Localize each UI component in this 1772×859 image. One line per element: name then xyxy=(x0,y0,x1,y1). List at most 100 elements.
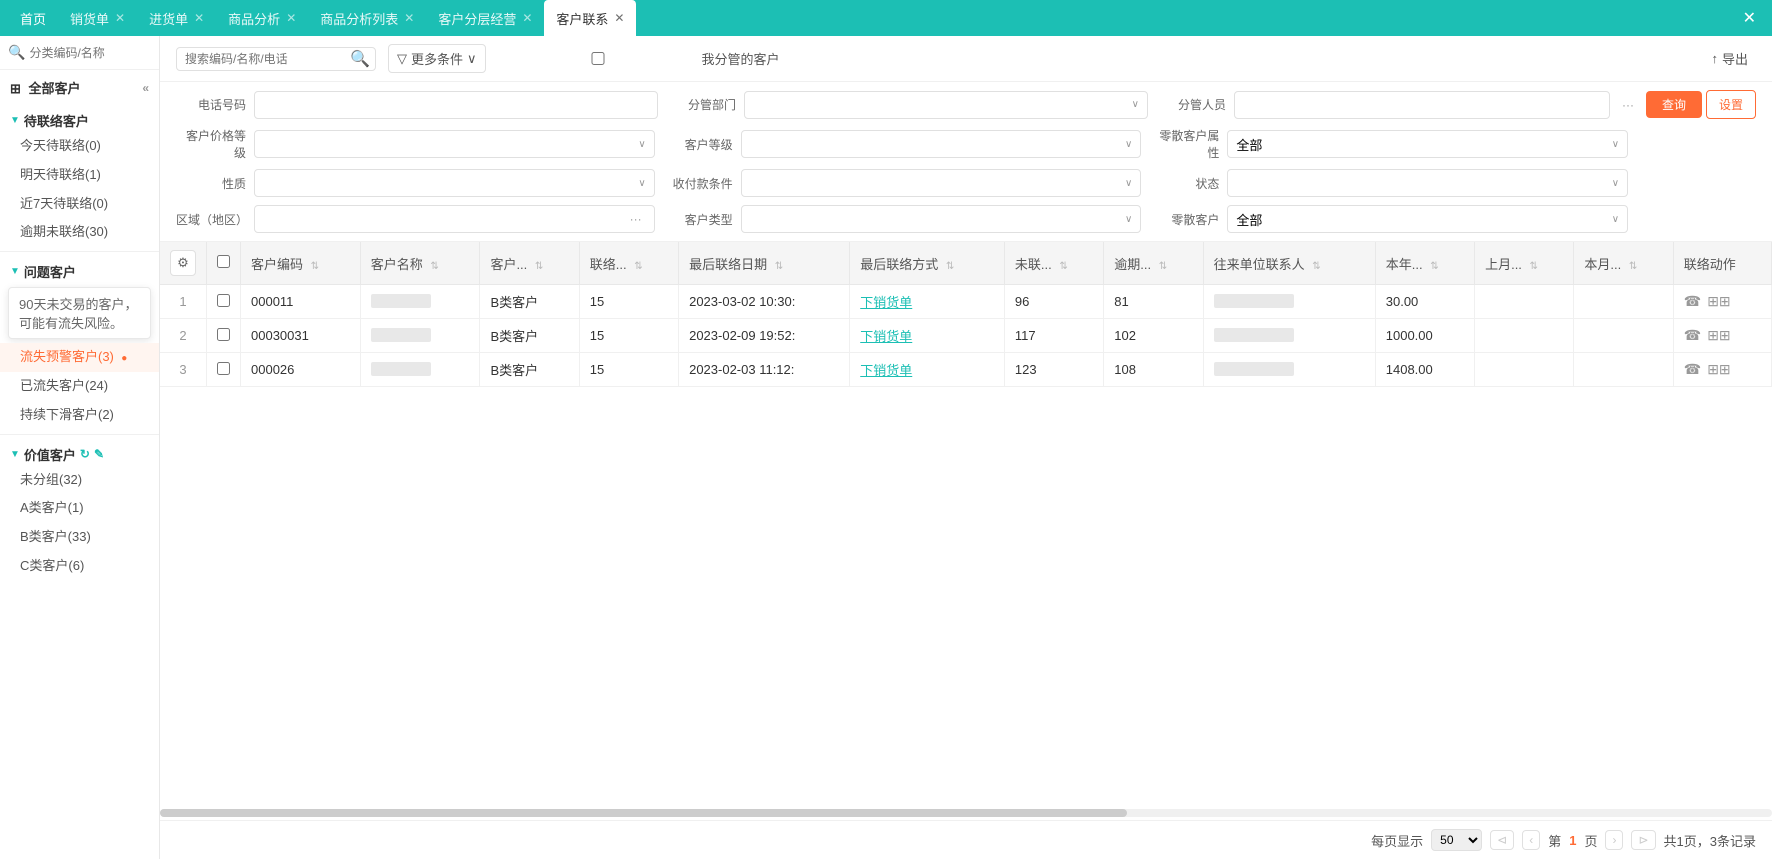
filter-zero-customer-select[interactable]: 全部 ∨ xyxy=(1227,205,1628,233)
tab-customer-contact[interactable]: 客户联系 ✕ xyxy=(544,0,636,36)
sidebar-item-7days[interactable]: 近7天待联络(0) xyxy=(0,190,159,219)
customer-type-arrow: ∨ xyxy=(1125,214,1132,225)
cell-last-date-0: 2023-03-02 10:30: xyxy=(679,285,850,319)
sidebar-item-churn-warning[interactable]: 流失预警客户(3) ● xyxy=(0,343,159,372)
sidebar-item-class-a[interactable]: A类客户(1) xyxy=(0,494,159,523)
section-problem-customer[interactable]: ▼ 问题客户 xyxy=(0,256,159,283)
prev-page-button[interactable]: ‹ xyxy=(1522,830,1540,850)
sort-uncontacted-icon[interactable]: ⇅ xyxy=(1059,261,1067,272)
sidebar-search-area: 🔍 xyxy=(0,36,159,70)
my-customers-checkbox[interactable]: 我分管的客户 xyxy=(498,49,780,68)
last-method-link-1[interactable]: 下销货单 xyxy=(860,329,912,344)
action-more-icon-1[interactable]: ⊞⊞ xyxy=(1707,327,1730,344)
section-pending-contact[interactable]: ▼ 待联络客户 xyxy=(0,105,159,132)
per-page-label: 每页显示 xyxy=(1371,831,1423,850)
sort-this-year-icon[interactable]: ⇅ xyxy=(1430,261,1438,272)
search-input[interactable] xyxy=(176,47,376,71)
filter-customer-level-select[interactable]: ∨ xyxy=(741,130,1142,158)
sidebar-item-churned[interactable]: 已流失客户(24) xyxy=(0,372,159,401)
sort-contact-icon[interactable]: ⇅ xyxy=(634,261,642,272)
cell-this-year-2: 1408.00 xyxy=(1375,353,1474,387)
action-more-icon-0[interactable]: ⊞⊞ xyxy=(1707,293,1730,310)
my-customers-check[interactable] xyxy=(498,52,698,65)
close-tab-customer-contact[interactable]: ✕ xyxy=(614,11,624,25)
last-method-link-0[interactable]: 下销货单 xyxy=(860,295,912,310)
sort-type-icon[interactable]: ⇅ xyxy=(535,261,543,272)
sidebar-item-overdue[interactable]: 逾期未联络(30) xyxy=(0,218,159,247)
filter-phone-input[interactable] xyxy=(254,91,658,119)
col-name: 客户名称 ⇅ xyxy=(360,242,480,285)
sidebar-item-tomorrow[interactable]: 明天待联络(1) xyxy=(0,161,159,190)
table-settings-icon[interactable]: ⚙ xyxy=(170,250,196,276)
per-page-select[interactable]: 50 20 100 xyxy=(1431,829,1482,851)
sidebar-item-class-c[interactable]: C类客户(6) xyxy=(0,552,159,581)
row-checkbox-1[interactable] xyxy=(217,328,230,341)
row-checkbox-0[interactable] xyxy=(217,294,230,307)
sort-last-month-icon[interactable]: ⇅ xyxy=(1530,261,1538,272)
tab-home[interactable]: 首页 xyxy=(8,0,58,36)
first-page-button[interactable]: ⊲ xyxy=(1490,830,1514,850)
region-more-icon[interactable]: ··· xyxy=(626,212,646,226)
close-tab-customer-layering[interactable]: ✕ xyxy=(522,11,532,25)
sort-code-icon[interactable]: ⇅ xyxy=(311,261,319,272)
sort-overdue-icon[interactable]: ⇅ xyxy=(1159,261,1167,272)
scrollbar-thumb[interactable] xyxy=(160,809,1127,817)
filter-payment-select[interactable]: ∨ xyxy=(741,169,1142,197)
sort-last-method-icon[interactable]: ⇅ xyxy=(946,261,954,272)
sort-unit-contact-icon[interactable]: ⇅ xyxy=(1312,261,1320,272)
row-checkbox-2[interactable] xyxy=(217,362,230,375)
sort-name-icon[interactable]: ⇅ xyxy=(430,261,438,272)
filter-manager-more-icon[interactable]: ··· xyxy=(1618,98,1638,112)
action-contact-icon-1[interactable]: ☎ xyxy=(1684,327,1701,344)
last-method-link-2[interactable]: 下销货单 xyxy=(860,363,912,378)
filter-customer-type-select[interactable]: ∨ xyxy=(741,205,1142,233)
more-conditions-button[interactable]: ▽ 更多条件 ∨ xyxy=(388,44,486,73)
last-page-button[interactable]: ⊳ xyxy=(1631,830,1655,850)
tab-product-analysis[interactable]: 商品分析 ✕ xyxy=(216,0,308,36)
filter-nature-select[interactable]: ∨ xyxy=(254,169,655,197)
edit-icon[interactable]: ✎ xyxy=(94,447,104,461)
sidebar-item-class-b[interactable]: B类客户(33) xyxy=(0,523,159,552)
search-button-icon[interactable]: 🔍 xyxy=(350,49,370,69)
tab-product-analysis-list[interactable]: 商品分析列表 ✕ xyxy=(308,0,426,36)
sidebar-search-input[interactable] xyxy=(29,46,151,60)
sort-this-month-icon[interactable]: ⇅ xyxy=(1629,261,1637,272)
cell-last-month-2 xyxy=(1475,353,1574,387)
cell-contact-1: 15 xyxy=(579,319,678,353)
section-value-customer[interactable]: ▼ 价值客户 ↻ ✎ xyxy=(0,439,159,466)
filter-zero-attr-select[interactable]: 全部 ∨ xyxy=(1227,130,1628,158)
sidebar: 🔍 ⊞ 全部客户 « ▼ 待联络客户 今天待联络(0) 明天待联络(1) 近7天… xyxy=(0,36,160,859)
close-tab-product-analysis[interactable]: ✕ xyxy=(286,11,296,25)
tab-sales-order[interactable]: 销货单 ✕ xyxy=(58,0,137,36)
close-tab-product-analysis-list[interactable]: ✕ xyxy=(404,11,414,25)
tab-purchase-order[interactable]: 进货单 ✕ xyxy=(137,0,216,36)
export-button[interactable]: ↑ 导出 xyxy=(1703,45,1756,72)
close-tab-purchase-order[interactable]: ✕ xyxy=(194,11,204,25)
query-button[interactable]: 查询 xyxy=(1646,91,1702,118)
sidebar-item-today[interactable]: 今天待联络(0) xyxy=(0,132,159,161)
tab-customer-layering[interactable]: 客户分层经营 ✕ xyxy=(426,0,544,36)
filter-zero-attr-field: 零散客户属性 全部 ∨ xyxy=(1149,127,1628,161)
filter-manager-input[interactable] xyxy=(1234,91,1610,119)
cell-uncontacted-2: 123 xyxy=(1004,353,1103,387)
filter-price-level-select[interactable]: ∨ xyxy=(254,130,655,158)
settings-button[interactable]: 设置 xyxy=(1706,90,1756,119)
action-more-icon-2[interactable]: ⊞⊞ xyxy=(1707,361,1730,378)
filter-region-select[interactable]: ··· xyxy=(254,205,655,233)
scrollbar-track[interactable] xyxy=(160,809,1772,817)
collapse-icon: « xyxy=(142,81,149,95)
close-tab-sales-order[interactable]: ✕ xyxy=(115,11,125,25)
filter-status-select[interactable]: ∨ xyxy=(1227,169,1628,197)
select-all-checkbox[interactable] xyxy=(217,255,230,268)
sidebar-item-declining[interactable]: 持续下滑客户(2) xyxy=(0,401,159,430)
filter-dept-select[interactable]: ∨ xyxy=(744,91,1148,119)
nature-arrow: ∨ xyxy=(638,178,645,189)
next-page-button[interactable]: › xyxy=(1605,830,1623,850)
action-contact-icon-0[interactable]: ☎ xyxy=(1684,293,1701,310)
window-close-button[interactable]: ✕ xyxy=(1735,8,1764,28)
all-customers-header[interactable]: ⊞ 全部客户 « xyxy=(0,70,159,105)
action-contact-icon-2[interactable]: ☎ xyxy=(1684,361,1701,378)
sort-last-date-icon[interactable]: ⇅ xyxy=(775,261,783,272)
sidebar-item-ungrouped[interactable]: 未分组(32) xyxy=(0,466,159,495)
refresh-icon[interactable]: ↻ xyxy=(80,447,90,461)
